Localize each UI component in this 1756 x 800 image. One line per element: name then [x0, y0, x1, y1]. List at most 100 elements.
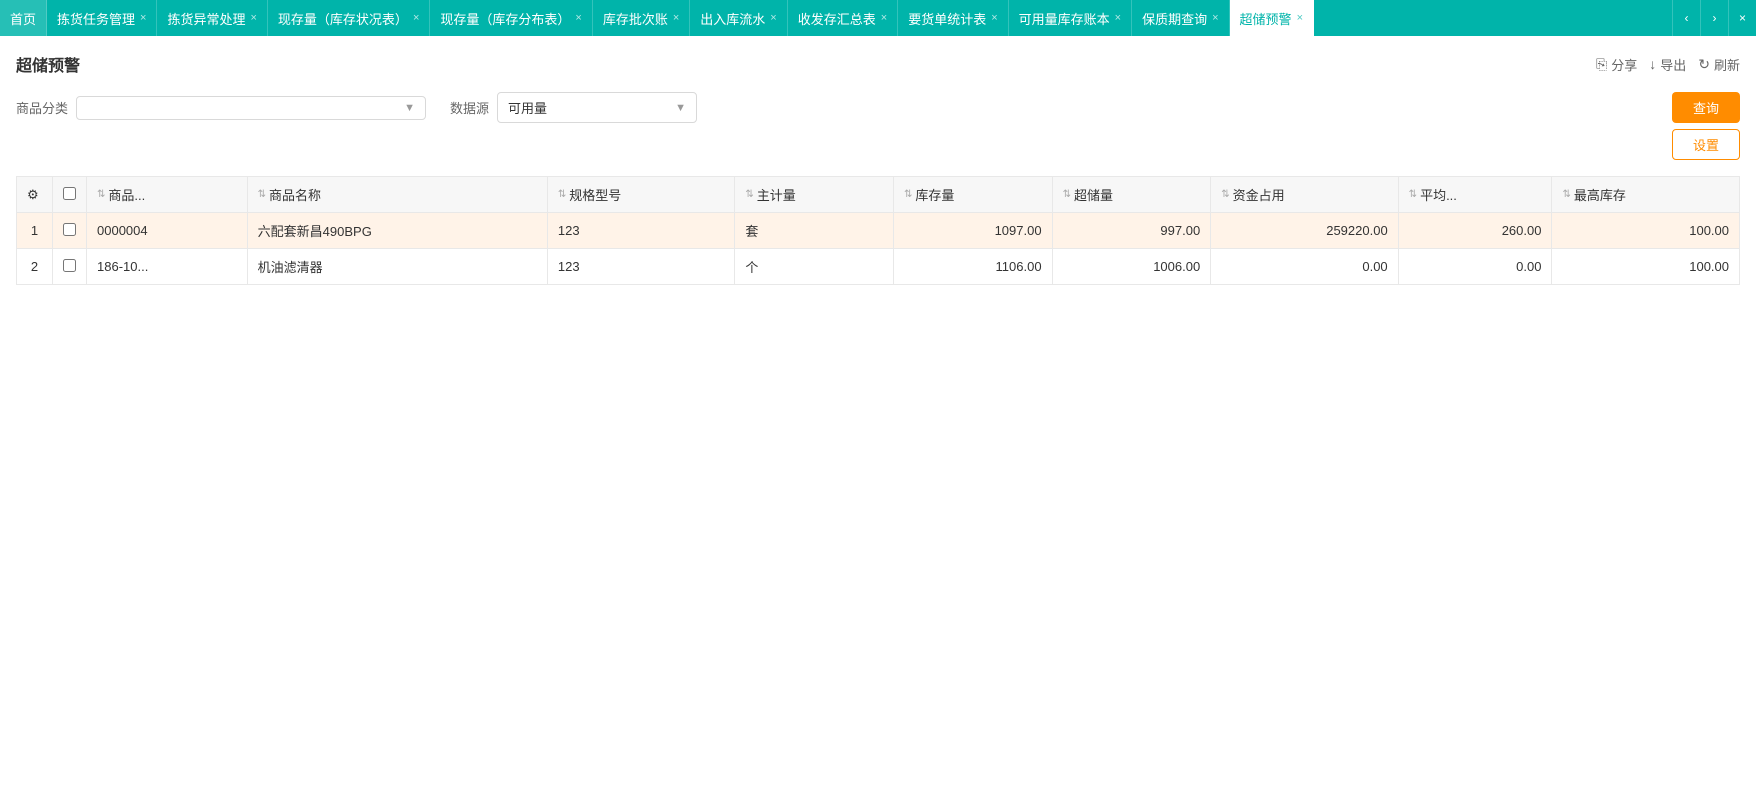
- action-buttons: 查询 设置: [1672, 92, 1740, 160]
- gear-icon: ⚙: [27, 187, 39, 202]
- nav-inventory-status[interactable]: 现存量（库存状况表） ×: [268, 0, 430, 36]
- th-over-storage[interactable]: ⇅ 超储量: [1052, 177, 1211, 213]
- row-product-name: 六配套新昌490BPG: [247, 213, 547, 249]
- row-checkbox[interactable]: [63, 223, 76, 236]
- category-select[interactable]: ▼: [76, 96, 426, 120]
- close-icon[interactable]: ×: [1115, 12, 1121, 24]
- category-filter: 商品分类 ▼: [16, 96, 426, 120]
- nav-batch-account[interactable]: 库存批次账 ×: [593, 0, 690, 36]
- close-icon[interactable]: ×: [991, 12, 997, 24]
- row-checkbox-cell[interactable]: [53, 213, 87, 249]
- query-button[interactable]: 查询: [1672, 92, 1740, 123]
- close-icon[interactable]: ×: [575, 12, 581, 24]
- page-container: 超储预警 ⎘ 分享 ↓ 导出 ↻ 刷新 商品分类: [0, 36, 1756, 800]
- filter-row: 商品分类 ▼ 数据源 可用量 ▼: [16, 92, 1656, 123]
- sort-icon: ⇅: [1221, 189, 1229, 200]
- close-icon[interactable]: ×: [673, 12, 679, 24]
- top-navigation: 首页 拣货任务管理 × 拣货异常处理 × 现存量（库存状况表） × 现存量（库存…: [0, 0, 1756, 36]
- nav-home[interactable]: 首页: [0, 0, 47, 36]
- sort-icon: ⇅: [97, 189, 105, 200]
- row-checkbox[interactable]: [63, 259, 76, 272]
- sort-icon: ⇅: [904, 189, 912, 200]
- header-actions: ⎘ 分享 ↓ 导出 ↻ 刷新: [1596, 55, 1740, 74]
- th-product-name[interactable]: ⇅ 商品名称: [247, 177, 547, 213]
- row-unit: 个: [735, 249, 894, 285]
- settings-button[interactable]: 设置: [1672, 129, 1740, 160]
- row-max-stock: 100.00: [1552, 249, 1740, 285]
- row-inventory: 1106.00: [893, 249, 1052, 285]
- data-table: ⚙ ⇅ 商品... ⇅ 商品名称: [16, 176, 1740, 285]
- export-icon: ↓: [1649, 56, 1656, 72]
- th-max-stock[interactable]: ⇅ 最高库存: [1552, 177, 1740, 213]
- datasource-select[interactable]: 可用量 ▼: [497, 92, 697, 123]
- row-spec: 123: [547, 249, 734, 285]
- nav-next-button[interactable]: ›: [1700, 0, 1728, 36]
- export-button[interactable]: ↓ 导出: [1649, 55, 1686, 74]
- nav-prev-button[interactable]: ‹: [1672, 0, 1700, 36]
- select-all-checkbox[interactable]: [63, 187, 76, 200]
- th-avg[interactable]: ⇅ 平均...: [1398, 177, 1552, 213]
- row-over-storage: 1006.00: [1052, 249, 1211, 285]
- nav-inventory-dist[interactable]: 现存量（库存分布表） ×: [430, 0, 592, 36]
- th-inventory[interactable]: ⇅ 库存量: [893, 177, 1052, 213]
- nav-arrows: ‹ › ×: [1672, 0, 1756, 36]
- page-title: 超储预警: [16, 52, 80, 76]
- datasource-label: 数据源: [450, 98, 489, 117]
- category-label: 商品分类: [16, 98, 68, 117]
- row-avg: 260.00: [1398, 213, 1552, 249]
- row-max-stock: 100.00: [1552, 213, 1740, 249]
- datasource-value: 可用量: [508, 98, 547, 117]
- close-icon[interactable]: ×: [770, 12, 776, 24]
- row-checkbox-cell[interactable]: [53, 249, 87, 285]
- datasource-filter: 数据源 可用量 ▼: [450, 92, 697, 123]
- th-spec[interactable]: ⇅ 规格型号: [547, 177, 734, 213]
- nav-pick-exception[interactable]: 拣货异常处理 ×: [157, 0, 267, 36]
- close-icon[interactable]: ×: [140, 12, 146, 24]
- table-row: 1 0000004 六配套新昌490BPG 123 套 1097.00 997.…: [17, 213, 1740, 249]
- nav-more-button[interactable]: ×: [1728, 0, 1756, 36]
- row-inventory: 1097.00: [893, 213, 1052, 249]
- close-icon[interactable]: ×: [413, 12, 419, 24]
- close-icon[interactable]: ×: [1297, 12, 1303, 24]
- refresh-button[interactable]: ↻ 刷新: [1698, 55, 1740, 74]
- row-avg: 0.00: [1398, 249, 1552, 285]
- th-unit[interactable]: ⇅ 主计量: [735, 177, 894, 213]
- sort-icon: ⇅: [558, 189, 566, 200]
- nav-available-stock[interactable]: 可用量库存账本 ×: [1009, 0, 1132, 36]
- row-over-storage: 997.00: [1052, 213, 1211, 249]
- close-icon[interactable]: ×: [881, 12, 887, 24]
- row-product-code: 186-10...: [87, 249, 248, 285]
- chevron-down-icon: ▼: [675, 102, 686, 114]
- row-spec: 123: [547, 213, 734, 249]
- row-product-code: 0000004: [87, 213, 248, 249]
- table-row: 2 186-10... 机油滤清器 123 个 1106.00 1006.00 …: [17, 249, 1740, 285]
- nav-summary[interactable]: 收发存汇总表 ×: [788, 0, 898, 36]
- close-icon[interactable]: ×: [250, 12, 256, 24]
- sort-icon: ⇅: [745, 189, 753, 200]
- refresh-icon: ↻: [1698, 56, 1710, 73]
- row-index: 1: [17, 213, 53, 249]
- close-icon[interactable]: ×: [1212, 12, 1218, 24]
- nav-order-stats[interactable]: 要货单统计表 ×: [898, 0, 1008, 36]
- row-capital: 0.00: [1211, 249, 1398, 285]
- th-checkbox[interactable]: [53, 177, 87, 213]
- share-icon: ⎘: [1596, 56, 1607, 73]
- sort-icon: ⇅: [258, 189, 266, 200]
- row-unit: 套: [735, 213, 894, 249]
- nav-quality-query[interactable]: 保质期查询 ×: [1132, 0, 1229, 36]
- share-button[interactable]: ⎘ 分享: [1596, 55, 1637, 74]
- chevron-down-icon: ▼: [404, 102, 415, 114]
- nav-inout-flow[interactable]: 出入库流水 ×: [690, 0, 787, 36]
- row-capital: 259220.00: [1211, 213, 1398, 249]
- th-gear[interactable]: ⚙: [17, 177, 53, 213]
- sort-icon: ⇅: [1562, 189, 1570, 200]
- th-capital[interactable]: ⇅ 资金占用: [1211, 177, 1398, 213]
- nav-over-storage[interactable]: 超储预警 ×: [1230, 0, 1314, 36]
- page-header: 超储预警 ⎘ 分享 ↓ 导出 ↻ 刷新: [16, 52, 1740, 76]
- th-product-code[interactable]: ⇅ 商品...: [87, 177, 248, 213]
- sort-icon: ⇅: [1409, 189, 1417, 200]
- row-index: 2: [17, 249, 53, 285]
- row-product-name: 机油滤清器: [247, 249, 547, 285]
- nav-pick-task[interactable]: 拣货任务管理 ×: [47, 0, 157, 36]
- sort-icon: ⇅: [1063, 189, 1071, 200]
